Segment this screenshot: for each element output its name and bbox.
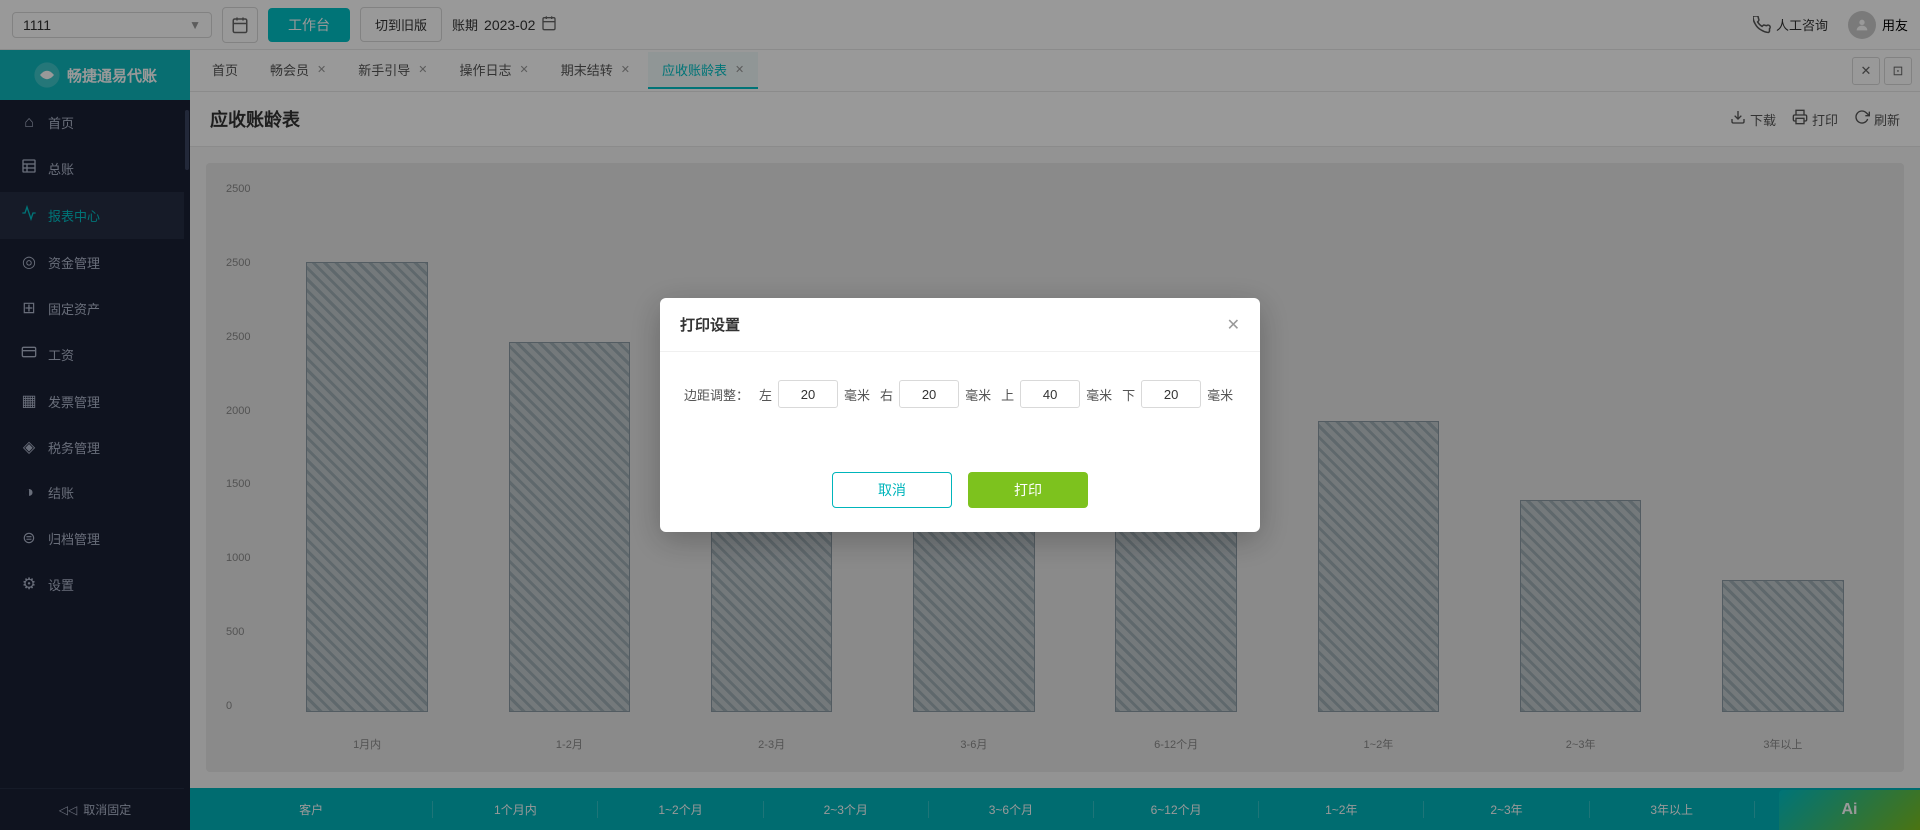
print-dialog: 打印设置 ✕ 边距调整： 左 毫米 右 毫米 上 毫米 [660, 298, 1260, 532]
margin-right-input[interactable] [899, 380, 959, 408]
left-direction-label: 左 [759, 385, 772, 404]
modal-close-button[interactable]: ✕ [1227, 315, 1240, 335]
margin-top-group: 上 毫米 [1001, 380, 1112, 408]
margin-bottom-group: 下 毫米 [1122, 380, 1233, 408]
modal-title: 打印设置 [680, 314, 740, 335]
modal-footer: 取消 打印 [660, 456, 1260, 532]
margin-bottom-input[interactable] [1141, 380, 1201, 408]
print-confirm-button[interactable]: 打印 [968, 472, 1088, 508]
modal-overlay[interactable]: 打印设置 ✕ 边距调整： 左 毫米 右 毫米 上 毫米 [0, 0, 1920, 830]
bottom-unit-label: 毫米 [1207, 385, 1233, 404]
cancel-button[interactable]: 取消 [832, 472, 952, 508]
modal-body: 边距调整： 左 毫米 右 毫米 上 毫米 下 [660, 352, 1260, 456]
margin-label: 边距调整： [684, 385, 749, 404]
top-unit-label: 毫米 [1086, 385, 1112, 404]
right-unit-label: 毫米 [965, 385, 991, 404]
right-direction-label: 右 [880, 385, 893, 404]
margin-right-group: 右 毫米 [880, 380, 991, 408]
margin-row: 边距调整： 左 毫米 右 毫米 上 毫米 下 [684, 380, 1236, 408]
modal-header: 打印设置 ✕ [660, 298, 1260, 352]
margin-left-input[interactable] [778, 380, 838, 408]
left-unit-label: 毫米 [844, 385, 870, 404]
margin-left-group: 左 毫米 [759, 380, 870, 408]
top-direction-label: 上 [1001, 385, 1014, 404]
margin-top-input[interactable] [1020, 380, 1080, 408]
bottom-direction-label: 下 [1122, 385, 1135, 404]
